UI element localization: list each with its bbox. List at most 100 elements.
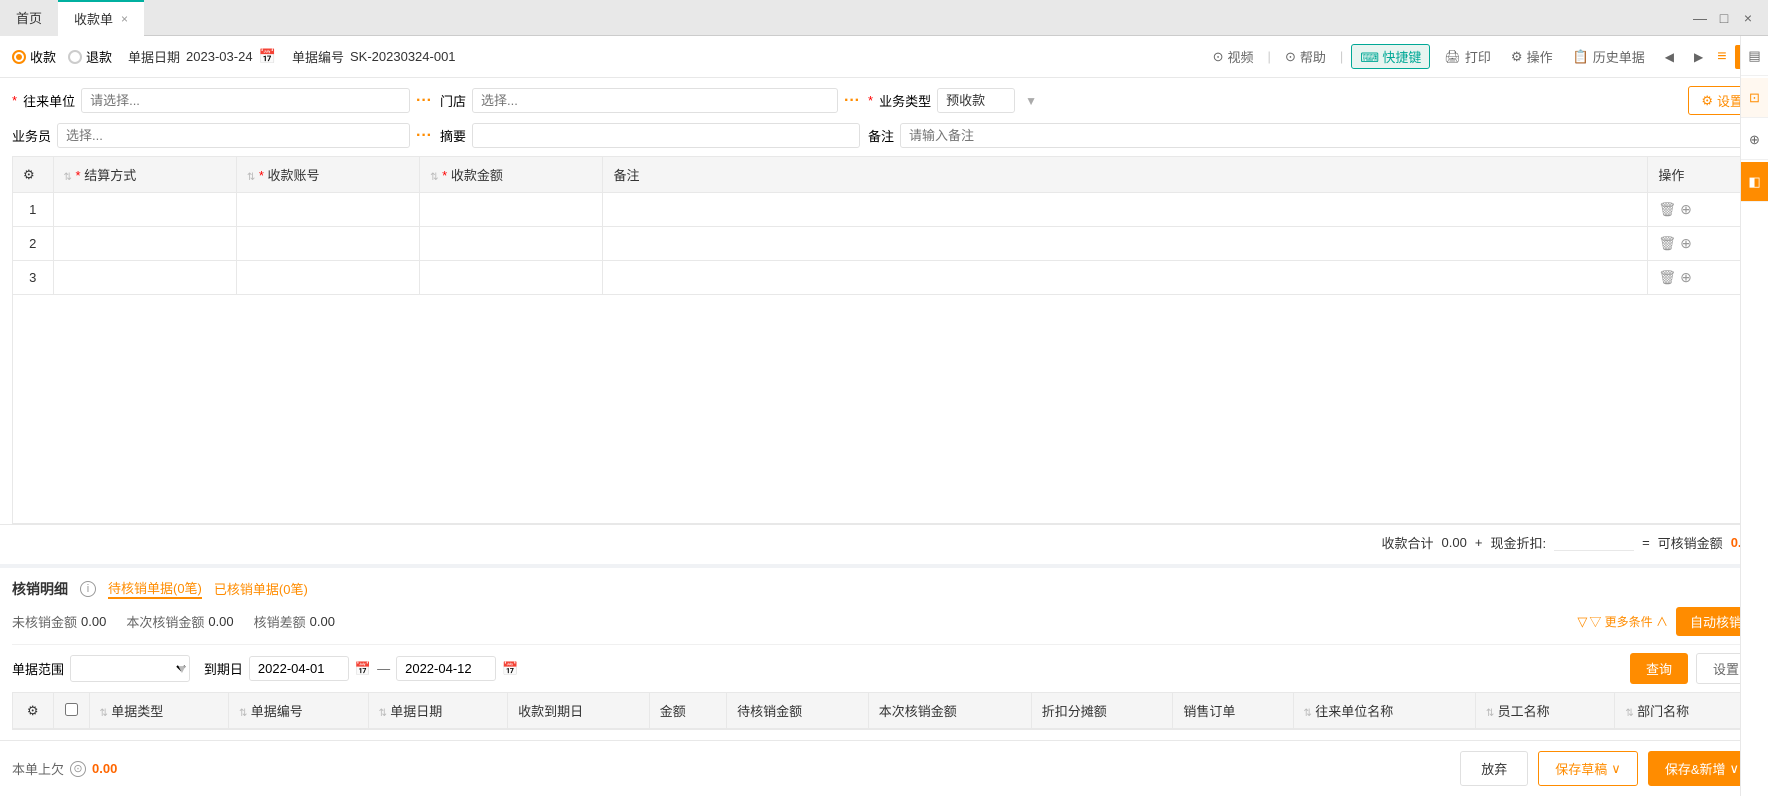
nav-left-btn[interactable]: ◀ <box>1659 48 1680 66</box>
abandon-btn[interactable]: 放弃 <box>1460 751 1528 786</box>
row-amount-3[interactable] <box>420 261 603 295</box>
row-account-1[interactable] <box>236 193 419 227</box>
writeoff-header: 核销明细 i 待核销单据(0笔) 已核销单据(0笔) <box>12 578 1756 599</box>
row-amount-2[interactable] <box>420 227 603 261</box>
row-remark-1[interactable] <box>603 193 1648 227</box>
right-panel-btn-4[interactable]: ◧ <box>1741 162 1768 202</box>
bt-col-checkbox[interactable] <box>53 693 89 729</box>
save-new-label: 保存&新增 <box>1665 759 1726 778</box>
radio-refund[interactable]: 退款 <box>68 47 112 66</box>
tab-close-icon[interactable]: × <box>121 12 128 26</box>
staff-label: 业务员 <box>12 126 51 145</box>
history-btn[interactable]: 📋 历史单据 <box>1567 45 1651 68</box>
bt-col-settings[interactable]: ⚙ <box>13 693 53 729</box>
row-account-3[interactable] <box>236 261 419 295</box>
diff-label: 核销差额 <box>254 612 306 631</box>
print-label: 打印 <box>1465 47 1491 66</box>
operation-label: 操作 <box>1527 47 1553 66</box>
save-new-chevron: ∨ <box>1729 761 1739 777</box>
list-view-icon[interactable]: ≡ <box>1717 48 1726 66</box>
row-num-2: 2 <box>13 227 53 261</box>
filter-actions: ▽ ▽ 更多条件 ∧ 自动核销 <box>1577 607 1756 636</box>
store-more-btn[interactable]: ··· <box>844 92 860 110</box>
net-label: 可核销金额 <box>1658 533 1723 552</box>
save-draft-btn[interactable]: 保存草稿 ∨ <box>1538 751 1638 786</box>
prev-info-icon[interactable]: ⊙ <box>70 761 86 777</box>
operation-btn[interactable]: ⚙ 操作 <box>1505 45 1559 68</box>
row-settlement-3[interactable] <box>53 261 236 295</box>
video-btn[interactable]: ⊙ 视频 <box>1207 45 1260 68</box>
right-panel-icon-4: ◧ <box>1748 174 1760 190</box>
col-header-operations: 操作 <box>1648 157 1755 193</box>
diff-stat: 核销差额 0.00 <box>254 612 335 631</box>
table-settings-col[interactable]: ⚙ <box>13 157 53 193</box>
writeoff-stats: 未核销金额 0.00 本次核销金额 0.00 核销差额 0.00 ▽ ▽ 更多条… <box>12 607 1756 636</box>
store-input[interactable] <box>472 88 838 113</box>
history-label: 历史单据 <box>1593 47 1645 66</box>
row-copy-btn-1[interactable]: ⊕ <box>1680 201 1692 218</box>
counterpart-input[interactable] <box>81 88 410 113</box>
more-conditions-btn[interactable]: ▽ ▽ 更多条件 ∧ <box>1577 613 1668 630</box>
radio-receipt[interactable]: 收款 <box>12 47 56 66</box>
close-icon[interactable]: × <box>1740 10 1756 26</box>
staff-input[interactable] <box>57 123 410 148</box>
minimize-icon[interactable]: — <box>1692 10 1708 26</box>
date-calendar-icon[interactable]: 📅 <box>259 48 276 65</box>
right-panel-btn-1[interactable]: ▤ <box>1741 36 1768 76</box>
row-account-2[interactable] <box>236 227 419 261</box>
row-copy-btn-2[interactable]: ⊕ <box>1680 235 1692 252</box>
writeoff-info-icon[interactable]: i <box>80 581 96 597</box>
due-date-from-input[interactable] <box>249 656 349 681</box>
done-tab[interactable]: 已核销单据(0笔) <box>214 579 308 598</box>
video-icon: ⊙ <box>1213 49 1224 65</box>
staff-more-btn[interactable]: ··· <box>416 127 432 145</box>
cal-to-icon[interactable]: 📅 <box>502 661 518 677</box>
footer: 本单上欠 ⊙ 0.00 放弃 保存草稿 ∨ 保存&新增 ∨ <box>0 740 1768 796</box>
pending-tab[interactable]: 待核销单据(0笔) <box>108 578 202 599</box>
maximize-icon[interactable]: □ <box>1716 10 1732 26</box>
shortcut-btn[interactable]: ⌨ 快捷键 <box>1351 44 1430 69</box>
print-btn[interactable]: 🖨 打印 <box>1438 45 1497 68</box>
row-settlement-1[interactable] <box>53 193 236 227</box>
row-amount-1[interactable] <box>420 193 603 227</box>
row-actions-2: 🗑 ⊕ <box>1648 227 1755 261</box>
row-delete-btn-1[interactable]: 🗑 <box>1658 201 1676 218</box>
receipt-type-group: 收款 退款 <box>12 47 112 66</box>
store-label: 门店 <box>440 91 466 110</box>
more-conditions-label: ▽ 更多条件 ∧ <box>1589 613 1668 630</box>
bt-select-all-checkbox[interactable] <box>65 703 78 716</box>
radio-receipt-dot <box>12 50 26 64</box>
tab-receipt[interactable]: 收款单 × <box>58 0 144 36</box>
business-type-select[interactable]: 预收款 <box>937 88 1015 113</box>
help-btn[interactable]: ⊙ 帮助 <box>1279 45 1332 68</box>
col-header-amount: ⇅ * 收款金额 <box>420 157 603 193</box>
equals-sign: = <box>1642 535 1650 550</box>
row-copy-btn-3[interactable]: ⊕ <box>1680 269 1692 286</box>
due-date-to-input[interactable] <box>396 656 496 681</box>
doc-range-field: 单据范围 ▼ <box>12 655 188 682</box>
nav-right-btn[interactable]: ▶ <box>1688 48 1709 66</box>
discount-input[interactable] <box>1554 535 1634 551</box>
row-settlement-2[interactable] <box>53 227 236 261</box>
doc-range-select[interactable] <box>70 655 190 682</box>
summary-input[interactable] <box>472 123 860 148</box>
query-btn[interactable]: 查询 <box>1630 653 1688 684</box>
counterpart-more-btn[interactable]: ··· <box>416 92 432 110</box>
right-panel-btn-2[interactable]: ⊡ <box>1741 78 1768 118</box>
row-num-3: 3 <box>13 261 53 295</box>
row-delete-btn-2[interactable]: 🗑 <box>1658 235 1676 252</box>
main-table: ⚙ ⇅ * 结算方式 ⇅ * 收款账号 ⇅ * 收款 <box>13 157 1755 295</box>
video-label: 视频 <box>1228 47 1254 66</box>
row-remark-3[interactable] <box>603 261 1648 295</box>
date-label: 单据日期 <box>128 47 180 66</box>
row-remark-2[interactable] <box>603 227 1648 261</box>
help-icon: ⊙ <box>1285 49 1296 65</box>
cal-from-icon[interactable]: 📅 <box>355 661 371 677</box>
right-panel-btn-3[interactable]: ⊕ <box>1741 120 1768 160</box>
settings-gear-icon: ⚙ <box>1701 93 1713 109</box>
row-delete-btn-3[interactable]: 🗑 <box>1658 269 1676 286</box>
tab-home[interactable]: 首页 <box>0 0 58 36</box>
save-draft-label: 保存草稿 <box>1555 759 1607 778</box>
bt-col-doc-date: ⇅ 单据日期 <box>368 693 508 729</box>
remark-input[interactable] <box>900 123 1756 148</box>
